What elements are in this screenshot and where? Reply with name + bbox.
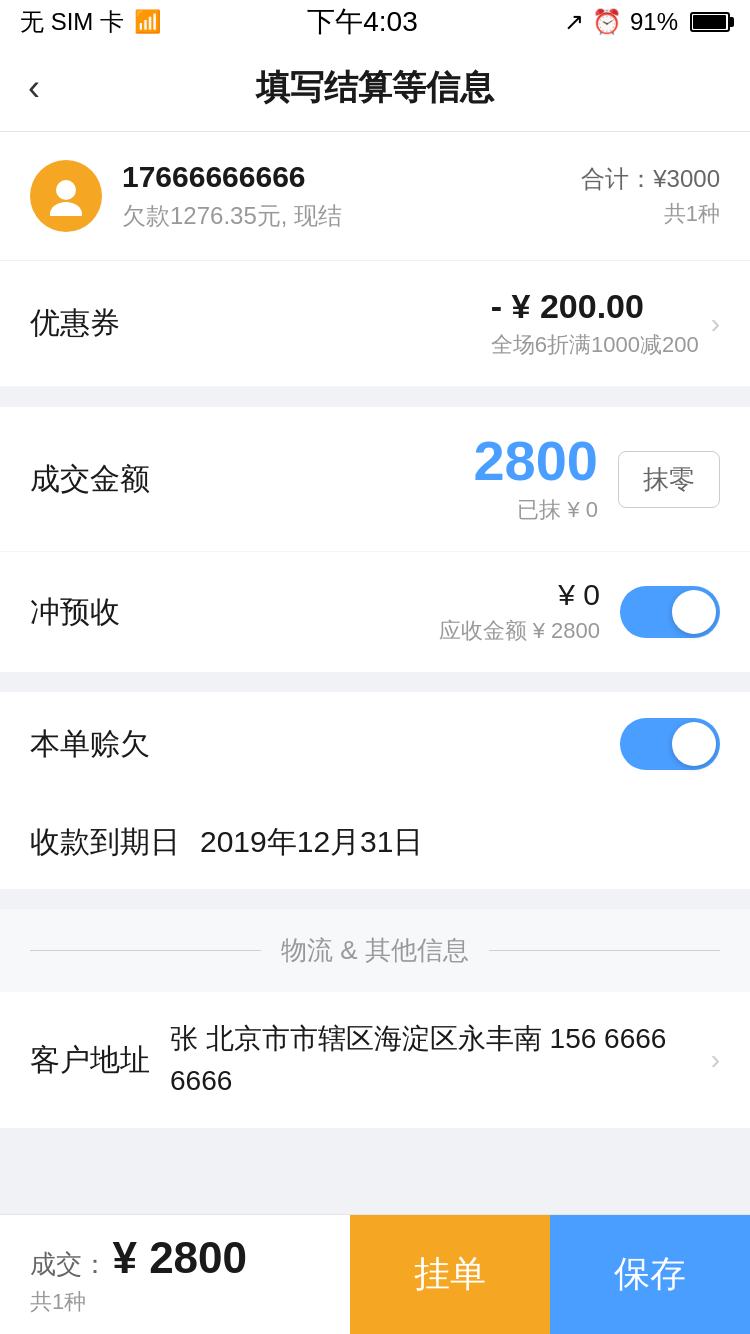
wifi-icon: 📶 [134, 9, 161, 35]
total-amount: ¥3000 [653, 165, 720, 192]
customer-left: 17666666666 欠款1276.35元, 现结 [30, 160, 342, 232]
prereceive-toggle[interactable] [620, 586, 720, 638]
hang-order-button[interactable]: 挂单 [350, 1215, 550, 1335]
duedate-row: 收款到期日 2019年12月31日 [0, 796, 750, 889]
customer-debt: 欠款1276.35元, 现结 [122, 200, 342, 232]
prereceive-label: 冲预收 [30, 592, 120, 633]
footer-summary: 成交： ¥ 2800 共1种 [0, 1233, 350, 1317]
total-count: 共1种 [581, 199, 720, 229]
footer: 成交： ¥ 2800 共1种 挂单 保存 [0, 1214, 750, 1334]
prereceive-row: 冲预收 ¥ 0 应收金额 ¥ 2800 [0, 552, 750, 672]
coupon-label: 优惠券 [30, 303, 120, 344]
footer-deal-amount: ¥ 2800 [112, 1233, 247, 1282]
total-label: 合计：¥3000 [581, 163, 720, 195]
coupon-row[interactable]: 优惠券 - ¥ 200.00 全场6折满1000减200 › [0, 261, 750, 387]
prereceive-toggle-knob [672, 590, 716, 634]
address-value: 张 北京市市辖区海淀区永丰南 156 6666 6666 [170, 1018, 711, 1102]
status-bar: 无 SIM 卡 📶 下午4:03 ↗ ⏰ 91% [0, 0, 750, 44]
back-button[interactable]: ‹ [28, 67, 40, 109]
battery-text: 91% [630, 8, 678, 36]
carrier-text: 无 SIM 卡 [20, 6, 124, 38]
credit-toggle[interactable] [620, 718, 720, 770]
round-zero-button[interactable]: 抹零 [618, 451, 720, 508]
logistics-header: 物流 & 其他信息 [0, 909, 750, 992]
status-right: ↗ ⏰ 91% [564, 8, 730, 36]
duedate-label: 收款到期日 [30, 822, 180, 863]
section-gap-1 [0, 387, 750, 407]
svg-point-0 [56, 180, 76, 200]
duedate-value: 2019年12月31日 [200, 822, 423, 863]
logistics-line-right [489, 950, 720, 951]
footer-deal-label: 成交： [30, 1249, 108, 1279]
address-label: 客户地址 [30, 1040, 150, 1081]
customer-info: 17666666666 欠款1276.35元, 现结 [122, 160, 342, 232]
content: 17666666666 欠款1276.35元, 现结 合计：¥3000 共1种 … [0, 132, 750, 1334]
credit-toggle-knob [672, 722, 716, 766]
address-chevron-right-icon: › [711, 1044, 720, 1076]
section-gap-2 [0, 672, 750, 692]
prereceive-right: ¥ 0 应收金额 ¥ 2800 [439, 578, 720, 646]
logistics-text: 物流 & 其他信息 [261, 933, 489, 968]
battery-icon [690, 12, 730, 32]
coupon-discount-desc: 全场6折满1000减200 [491, 330, 699, 360]
credit-label: 本单赊欠 [30, 724, 150, 765]
deal-amount-right: 2800 已抹 ¥ 0 抹零 [473, 433, 720, 525]
coupon-chevron-right-icon: › [711, 308, 720, 340]
status-time: 下午4:03 [307, 3, 418, 41]
deal-amount-row: 成交金额 2800 已抹 ¥ 0 抹零 [0, 407, 750, 552]
location-icon: ↗ [564, 8, 584, 36]
status-left: 无 SIM 卡 📶 [20, 6, 161, 38]
deal-amount-label: 成交金额 [30, 459, 150, 500]
avatar [30, 160, 102, 232]
customer-card: 17666666666 欠款1276.35元, 现结 合计：¥3000 共1种 [0, 132, 750, 261]
customer-phone: 17666666666 [122, 160, 342, 194]
logistics-line-left [30, 950, 261, 951]
save-button[interactable]: 保存 [550, 1215, 750, 1335]
credit-row: 本单赊欠 [0, 692, 750, 796]
coupon-discount-amount: - ¥ 200.00 [491, 287, 699, 326]
coupon-right: - ¥ 200.00 全场6折满1000减200 › [491, 287, 720, 360]
prereceive-amount: ¥ 0 [439, 578, 600, 612]
page-title: 填写结算等信息 [256, 65, 494, 111]
footer-deal-row: 成交： ¥ 2800 [30, 1233, 320, 1283]
address-row[interactable]: 客户地址 张 北京市市辖区海淀区永丰南 156 6666 6666 › [0, 992, 750, 1128]
deal-amount-sub: 已抹 ¥ 0 [473, 495, 598, 525]
customer-right: 合计：¥3000 共1种 [581, 163, 720, 229]
section-gap-3 [0, 889, 750, 909]
alarm-icon: ⏰ [592, 8, 622, 36]
deal-amount-value: 2800 [473, 433, 598, 489]
footer-count: 共1种 [30, 1287, 320, 1317]
prereceive-sub: 应收金额 ¥ 2800 [439, 616, 600, 646]
prereceive-amount-block: ¥ 0 应收金额 ¥ 2800 [439, 578, 600, 646]
svg-point-1 [50, 202, 82, 216]
header: ‹ 填写结算等信息 [0, 44, 750, 132]
